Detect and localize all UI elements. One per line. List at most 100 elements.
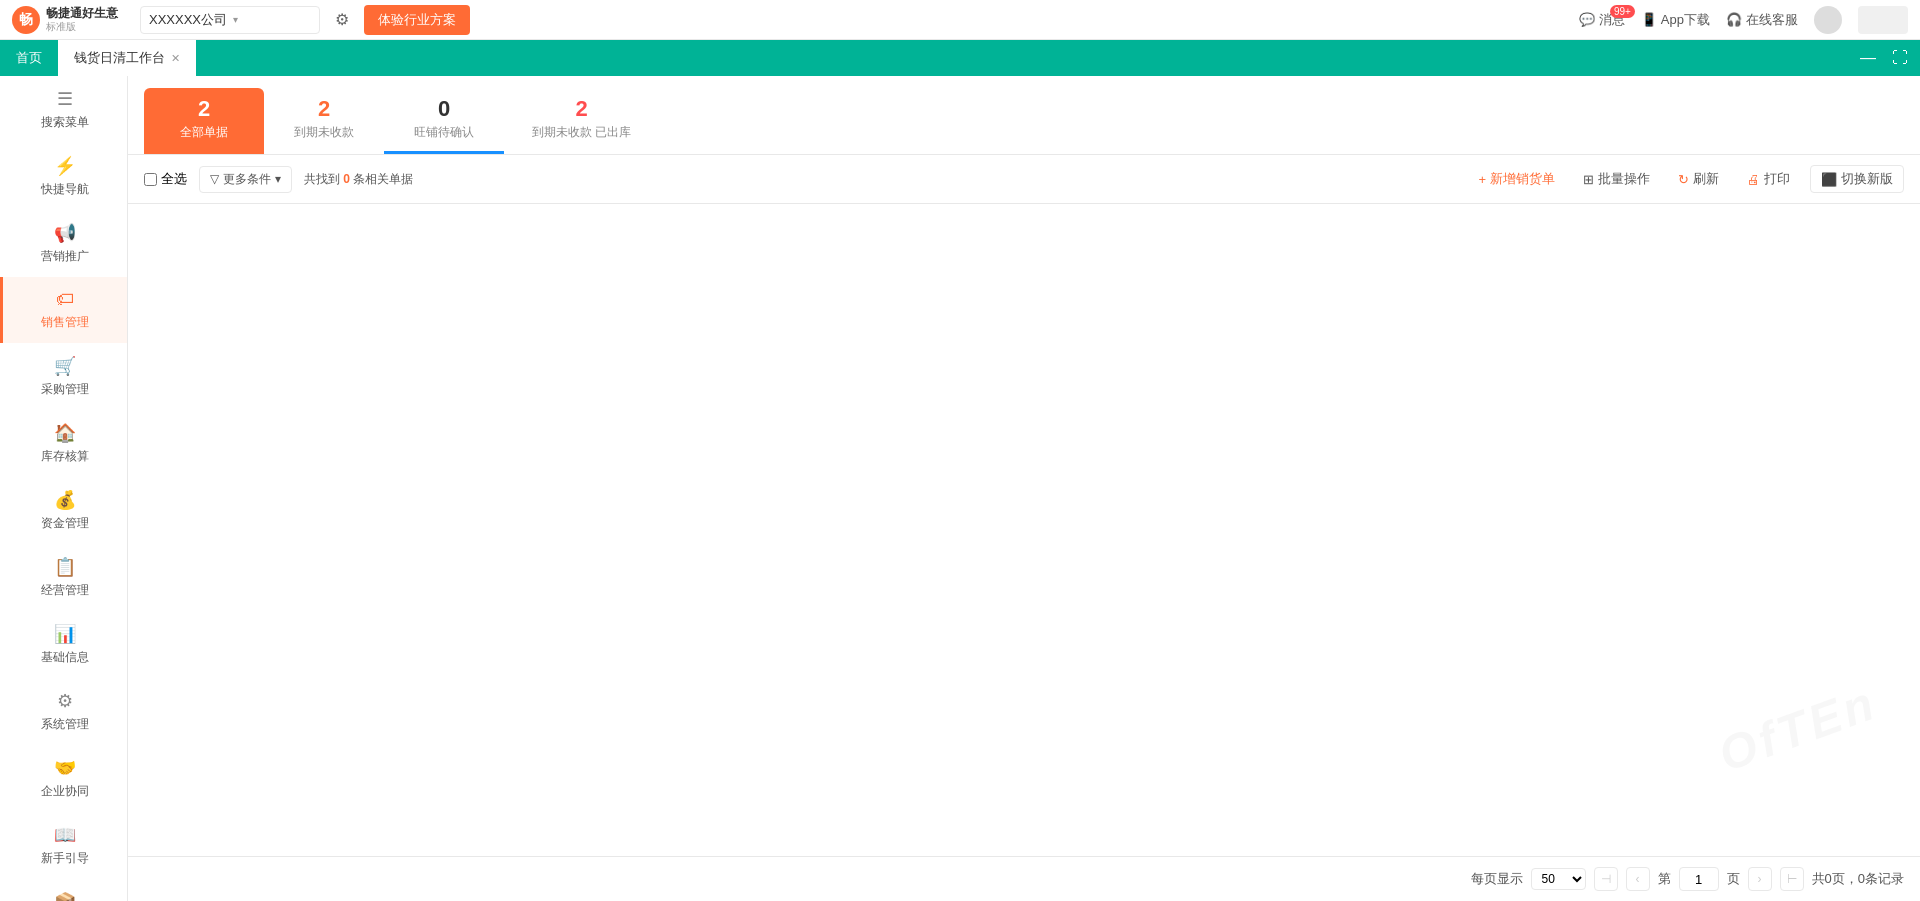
purchase-icon: 🛒	[54, 355, 76, 377]
close-tab-icon[interactable]: ✕	[171, 52, 180, 65]
stat-num-overdue: 2	[318, 96, 330, 122]
sidebar-item-basics[interactable]: 📊 基础信息	[0, 611, 127, 678]
result-count: 0	[343, 172, 350, 186]
switch-version-button[interactable]: ⬛ 切换新版	[1810, 165, 1904, 193]
batch-icon: ⊞	[1583, 172, 1594, 187]
tab-work-station[interactable]: 钱货日清工作台 ✕	[58, 40, 196, 76]
app-download-label: App下载	[1661, 11, 1710, 29]
stat-num-shipped: 2	[576, 96, 588, 122]
filter-button[interactable]: ▽ 更多条件 ▾	[199, 166, 292, 193]
print-button[interactable]: 🖨 打印	[1739, 166, 1798, 192]
sidebar-item-sales[interactable]: 🏷 销售管理	[0, 277, 127, 343]
switch-label: 切换新版	[1841, 170, 1893, 188]
page-suffix: 页	[1727, 870, 1740, 888]
batch-operation-button[interactable]: ⊞ 批量操作	[1575, 166, 1658, 192]
table-area: OfTEn	[128, 204, 1920, 856]
top-bar: 畅 畅捷通好生意 标准版 XXXXXX公司 ▾ ⚙ 体验行业方案 💬 消息 99…	[0, 0, 1920, 40]
message-icon: 💬	[1579, 12, 1595, 27]
message-button[interactable]: 💬 消息 99+	[1579, 11, 1625, 29]
maximize-icon[interactable]: ⛶	[1888, 45, 1912, 71]
sidebar-item-guide[interactable]: 📖 新手引导	[0, 812, 127, 879]
stat-tab-overdue[interactable]: 2 到期未收款	[264, 88, 384, 154]
next-page-button[interactable]: ›	[1748, 867, 1772, 891]
company-selector[interactable]: XXXXXX公司 ▾	[140, 6, 320, 34]
sidebar-label-sales: 销售管理	[41, 314, 89, 331]
batch-label: 批量操作	[1598, 170, 1650, 188]
tab-home-label: 首页	[16, 49, 42, 67]
tab-home[interactable]: 首页	[0, 40, 58, 76]
sidebar-label-enterprise: 企业协同	[41, 783, 89, 800]
stat-num-all: 2	[198, 96, 210, 122]
finance-icon: 💰	[54, 489, 76, 511]
sidebar-item-finance[interactable]: 💰 资金管理	[0, 477, 127, 544]
online-service-button[interactable]: 🎧 在线客服	[1726, 11, 1798, 29]
main-layout: ☰ 搜索菜单 ⚡ 快捷导航 📢 营销推广 🏷 销售管理 🛒 采购管理 🏠 库存核…	[0, 76, 1920, 901]
filter-chevron-icon: ▾	[275, 172, 281, 186]
app-center-icon: 📦	[54, 891, 76, 901]
refresh-button[interactable]: ↻ 刷新	[1670, 166, 1727, 192]
service-icon: 🎧	[1726, 12, 1742, 27]
sidebar-label-purchase: 采购管理	[41, 381, 89, 398]
download-icon: 📱	[1641, 12, 1657, 27]
sidebar-item-marketing[interactable]: 📢 营销推广	[0, 210, 127, 277]
sidebar-label-finance: 资金管理	[41, 515, 89, 532]
logo-area: 畅 畅捷通好生意 标准版	[12, 6, 140, 34]
sidebar-label-system: 系统管理	[41, 716, 89, 733]
logo-icon: 畅	[12, 6, 40, 34]
sidebar-item-inventory[interactable]: 🏠 库存核算	[0, 410, 127, 477]
marketing-icon: 📢	[54, 222, 76, 244]
prev-page-button[interactable]: ‹	[1626, 867, 1650, 891]
sidebar-item-search[interactable]: ☰ 搜索菜单	[0, 76, 127, 143]
toolbar-right: + 新增销货单 ⊞ 批量操作 ↻ 刷新 🖨 打印 ⬛ 切换新版	[1470, 165, 1904, 193]
plus-icon: +	[1478, 172, 1486, 187]
logo-text: 畅捷通好生意 标准版	[46, 6, 118, 32]
select-all-checkbox[interactable]: 全选	[144, 170, 187, 188]
operations-icon: 📋	[54, 556, 76, 578]
sidebar-label-search: 搜索菜单	[41, 114, 89, 131]
stat-tab-pending[interactable]: 0 旺铺待确认	[384, 88, 504, 154]
sidebar-item-purchase[interactable]: 🛒 采购管理	[0, 343, 127, 410]
sidebar-item-operations[interactable]: 📋 经营管理	[0, 544, 127, 611]
settings-button[interactable]: ⚙	[328, 6, 356, 34]
stat-tab-shipped[interactable]: 2 到期未收款 已出库	[504, 88, 659, 154]
experience-button[interactable]: 体验行业方案	[364, 5, 470, 35]
logo-main: 畅捷通好生意	[46, 6, 118, 20]
app-download-button[interactable]: 📱 App下载	[1641, 11, 1710, 29]
select-all-label: 全选	[161, 170, 187, 188]
sidebar-item-system[interactable]: ⚙ 系统管理	[0, 678, 127, 745]
sales-icon: 🏷	[56, 289, 74, 310]
guide-icon: 📖	[54, 824, 76, 846]
per-page-select[interactable]: 50 100 200	[1531, 868, 1586, 890]
add-sale-button[interactable]: + 新增销货单	[1470, 166, 1563, 192]
avatar[interactable]	[1814, 6, 1842, 34]
toolbar: 全选 ▽ 更多条件 ▾ 共找到 0 条相关单据 + 新增销货单 ⊞ 批量操作	[128, 155, 1920, 204]
page-input[interactable]: 1	[1679, 867, 1719, 891]
refresh-icon: ↻	[1678, 172, 1689, 187]
result-prefix: 共找到	[304, 172, 340, 186]
stat-tab-all[interactable]: 2 全部单据	[144, 88, 264, 154]
result-suffix: 条相关单据	[353, 172, 413, 186]
main-content: 2 全部单据 2 到期未收款 0 旺铺待确认 2 到期未收款 已出库 全选	[128, 76, 1920, 901]
chevron-down-icon: ▾	[233, 14, 238, 25]
first-page-button[interactable]: ⊣	[1594, 867, 1618, 891]
total-label: 共0页，0条记录	[1812, 870, 1904, 888]
nav-tabs: 首页 钱货日清工作台 ✕ — ⛶	[0, 40, 1920, 76]
search-icon: ☰	[57, 88, 73, 110]
stat-label-all: 全部单据	[180, 124, 228, 141]
sidebar-item-enterprise[interactable]: 🤝 企业协同	[0, 745, 127, 812]
logo-sub: 标准版	[46, 21, 118, 33]
per-page-label: 每页显示	[1471, 870, 1523, 888]
print-label: 打印	[1764, 170, 1790, 188]
filter-icon: ▽	[210, 172, 219, 186]
refresh-label: 刷新	[1693, 170, 1719, 188]
inventory-icon: 🏠	[54, 422, 76, 444]
result-text: 共找到 0 条相关单据	[304, 171, 413, 188]
stats-tabs: 2 全部单据 2 到期未收款 0 旺铺待确认 2 到期未收款 已出库	[128, 76, 1920, 155]
sidebar-item-app-center[interactable]: 📦 应用中心	[0, 879, 127, 901]
last-page-button[interactable]: ⊢	[1780, 867, 1804, 891]
basics-icon: 📊	[54, 623, 76, 645]
company-name: XXXXXX公司	[149, 11, 227, 29]
sidebar-item-quick-nav[interactable]: ⚡ 快捷导航	[0, 143, 127, 210]
select-all-input[interactable]	[144, 173, 157, 186]
minimize-icon[interactable]: —	[1856, 45, 1880, 71]
